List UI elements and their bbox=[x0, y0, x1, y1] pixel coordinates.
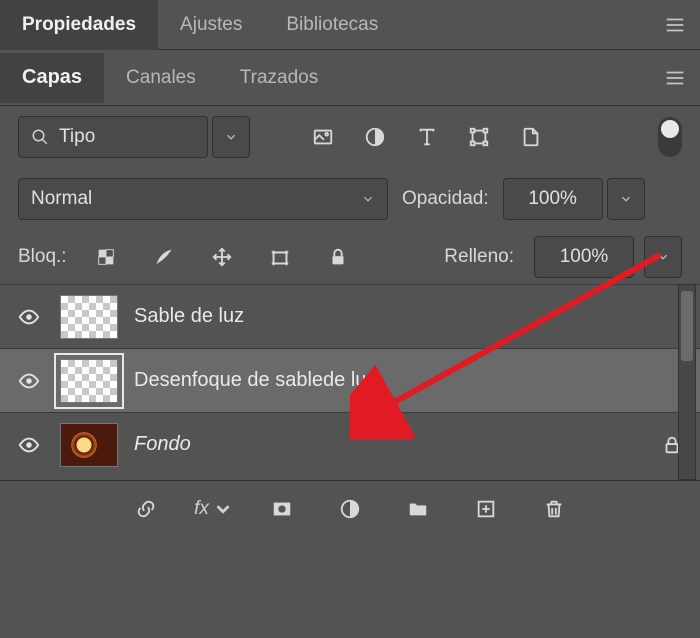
filter-smartobject-icon[interactable] bbox=[512, 118, 550, 156]
layer-thumbnail[interactable] bbox=[60, 359, 118, 403]
fill-value-input[interactable]: 100% bbox=[534, 236, 634, 278]
layer-filter-row: Tipo bbox=[0, 106, 700, 168]
layer-effects-button[interactable]: fx bbox=[195, 490, 233, 528]
search-icon bbox=[31, 128, 49, 146]
eye-icon bbox=[18, 306, 40, 328]
fill-label: Relleno: bbox=[444, 246, 514, 268]
layer-thumbnail[interactable] bbox=[60, 295, 118, 339]
chevron-down-icon bbox=[224, 130, 238, 144]
layer-scrollbar-thumb[interactable] bbox=[681, 291, 693, 361]
layer-row[interactable]: Desenfoque de sablede luz bbox=[0, 348, 700, 412]
layer-filter-text: Tipo bbox=[59, 126, 95, 148]
delete-layer-button[interactable] bbox=[535, 490, 573, 528]
layer-row[interactable]: Sable de luz bbox=[0, 284, 700, 348]
lock-position-icon[interactable] bbox=[203, 238, 241, 276]
new-icon bbox=[475, 498, 497, 520]
folder-icon bbox=[407, 498, 429, 520]
opacity-value-text: 100% bbox=[528, 188, 577, 210]
tab-propiedades[interactable]: Propiedades bbox=[0, 0, 158, 50]
layer-filter-search[interactable]: Tipo bbox=[18, 116, 208, 158]
tab-canales[interactable]: Canales bbox=[104, 53, 218, 103]
panel-menu-icon[interactable] bbox=[650, 0, 700, 50]
lock-all-icon[interactable] bbox=[319, 238, 357, 276]
new-layer-button[interactable] bbox=[467, 490, 505, 528]
properties-panel-tabbar: Propiedades Ajustes Bibliotecas bbox=[0, 0, 700, 50]
chevron-down-icon bbox=[619, 192, 633, 206]
filter-adjustment-icon[interactable] bbox=[356, 118, 394, 156]
tab-bibliotecas[interactable]: Bibliotecas bbox=[264, 0, 400, 50]
adjustment-icon bbox=[339, 498, 361, 520]
lock-artboard-icon[interactable] bbox=[261, 238, 299, 276]
tab-ajustes[interactable]: Ajustes bbox=[158, 0, 264, 50]
opacity-dropdown[interactable] bbox=[607, 178, 645, 220]
mask-icon bbox=[271, 498, 293, 520]
link-layers-button[interactable] bbox=[127, 490, 165, 528]
lock-transparency-icon[interactable] bbox=[87, 238, 125, 276]
layer-row[interactable]: Fondo bbox=[0, 412, 700, 476]
visibility-toggle[interactable] bbox=[14, 434, 44, 456]
chevron-down-icon bbox=[361, 192, 375, 206]
fill-dropdown[interactable] bbox=[644, 236, 682, 278]
new-group-button[interactable] bbox=[399, 490, 437, 528]
layers-panel-menu-icon[interactable] bbox=[650, 53, 700, 103]
blend-mode-row: Normal Opacidad: 100% bbox=[0, 168, 700, 230]
fill-value-text: 100% bbox=[560, 246, 609, 268]
filter-type-icon[interactable] bbox=[408, 118, 446, 156]
layer-name[interactable]: Sable de luz bbox=[134, 305, 686, 328]
layer-scrollbar[interactable] bbox=[678, 284, 696, 480]
layer-thumbnail[interactable] bbox=[60, 423, 118, 467]
add-mask-button[interactable] bbox=[263, 490, 301, 528]
layer-filter-dropdown[interactable] bbox=[212, 116, 250, 158]
lock-pixels-icon[interactable] bbox=[145, 238, 183, 276]
tab-trazados[interactable]: Trazados bbox=[218, 53, 341, 103]
layers-footer: fx bbox=[0, 480, 700, 536]
visibility-toggle[interactable] bbox=[14, 370, 44, 392]
opacity-label: Opacidad: bbox=[402, 188, 489, 210]
layer-name[interactable]: Fondo bbox=[134, 433, 642, 456]
filter-shape-icon[interactable] bbox=[460, 118, 498, 156]
link-icon bbox=[135, 498, 157, 520]
layers-panel-tabbar: Capas Canales Trazados bbox=[0, 50, 700, 106]
tab-capas[interactable]: Capas bbox=[0, 53, 104, 103]
add-adjustment-button[interactable] bbox=[331, 490, 369, 528]
layer-name[interactable]: Desenfoque de sablede luz bbox=[134, 369, 686, 392]
opacity-value-input[interactable]: 100% bbox=[503, 178, 603, 220]
filter-pixel-icon[interactable] bbox=[304, 118, 342, 156]
eye-icon bbox=[18, 370, 40, 392]
trash-icon bbox=[543, 498, 565, 520]
lock-row: Bloq.: Relleno: 100% bbox=[0, 230, 700, 284]
blend-mode-value: Normal bbox=[31, 188, 92, 210]
blend-mode-select[interactable]: Normal bbox=[18, 178, 388, 220]
layer-list: Sable de luz Desenfoque de sablede luz F… bbox=[0, 284, 700, 480]
chevron-down-icon bbox=[656, 250, 670, 264]
eye-icon bbox=[18, 434, 40, 456]
fx-icon: fx bbox=[194, 498, 234, 520]
visibility-toggle[interactable] bbox=[14, 306, 44, 328]
filter-toggle-switch[interactable] bbox=[658, 117, 682, 157]
lock-label: Bloq.: bbox=[18, 246, 67, 268]
